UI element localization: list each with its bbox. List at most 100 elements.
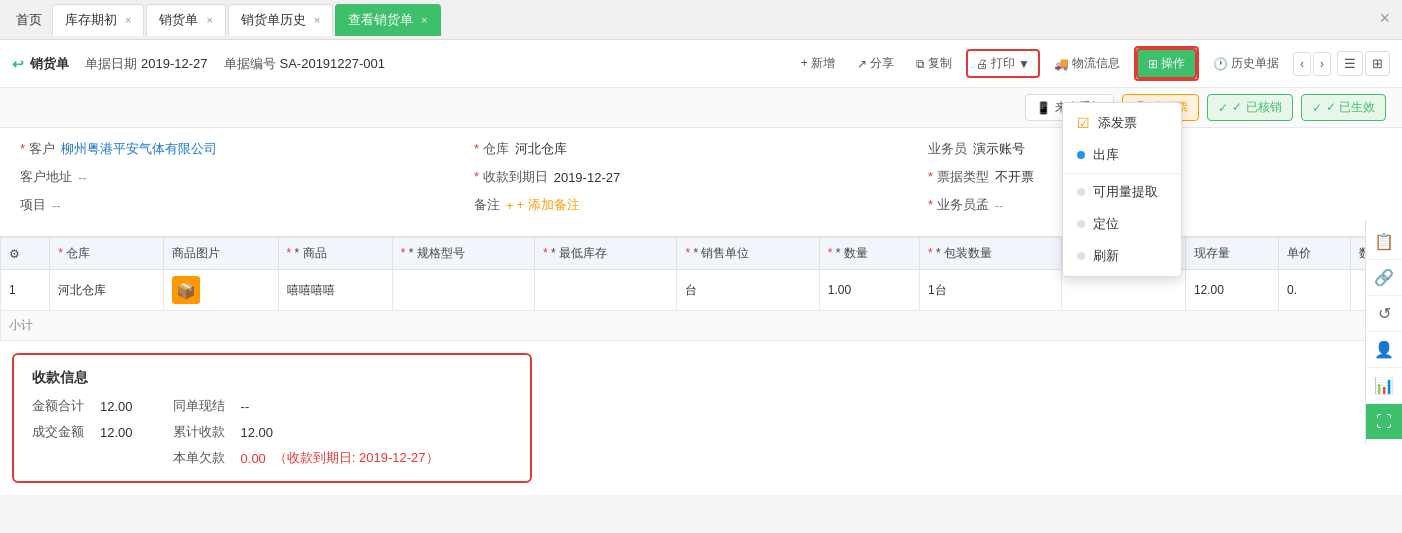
subtotal-label: 小计 — [1, 311, 1402, 341]
table-row: 1 河北仓库 📦 嘻嘻嘻嘻 台 1.00 1台 12.00 0. — [1, 270, 1402, 311]
right-icon-chart[interactable]: 📊 — [1366, 368, 1402, 404]
total-amount-label: 金额合计 — [32, 397, 92, 415]
row-price: 0. — [1278, 270, 1350, 311]
tab-sales-history[interactable]: 销货单历史 × — [228, 4, 333, 36]
radio-dot-available — [1077, 188, 1085, 196]
col-settings[interactable]: ⚙ — [1, 238, 50, 270]
copy-button[interactable]: ⧉ 复制 — [908, 51, 960, 76]
grid-view-button[interactable]: ⊞ — [1365, 51, 1390, 76]
close-history-tab[interactable]: × — [314, 14, 320, 26]
print-icon: 🖨 — [976, 57, 988, 71]
col-spec: * 规格型号 — [392, 238, 534, 270]
close-window-button[interactable]: × — [1379, 8, 1390, 29]
right-icon-doc[interactable]: 📋 — [1366, 224, 1402, 260]
prev-arrow[interactable]: ‹ — [1293, 52, 1311, 76]
checkbox-icon: ☑ — [1077, 115, 1090, 131]
tab-inventory[interactable]: 库存期初 × — [52, 4, 144, 36]
tab-bar: 首页 库存期初 × 销货单 × 销货单历史 × 查看销货单 × × — [0, 0, 1402, 40]
close-view-tab[interactable]: × — [421, 14, 427, 26]
dropdown-refresh[interactable]: 刷新 — [1063, 240, 1181, 272]
warehouse-value: 河北仓库 — [515, 140, 567, 158]
tab-home[interactable]: 首页 — [8, 5, 50, 35]
effective-icon: ✓ — [1312, 101, 1322, 115]
due-date-field: 收款到期日 2019-12-27 — [474, 168, 928, 186]
no-meta: 单据编号 SA-20191227-001 — [224, 55, 386, 73]
due-info: （收款到期日: 2019-12-27） — [274, 449, 439, 467]
col-min-stock: * 最低库存 — [535, 238, 677, 270]
operate-button[interactable]: ⊞ 操作 — [1136, 48, 1197, 79]
note-label: 备注 — [474, 196, 500, 214]
tab-sales[interactable]: 销货单 × — [146, 4, 225, 36]
dropdown-ship[interactable]: 出库 — [1063, 139, 1181, 171]
ticket-type-value: 不开票 — [995, 168, 1034, 186]
effective-button[interactable]: ✓ ✓ 已生效 — [1301, 94, 1386, 121]
logistics-button[interactable]: 🚚 物流信息 — [1046, 51, 1128, 76]
list-view-button[interactable]: ☰ — [1337, 51, 1363, 76]
nav-arrows: ‹ › — [1293, 52, 1331, 76]
col-warehouse: 仓库 — [50, 238, 164, 270]
col-product-img: 商品图片 — [164, 238, 278, 270]
transaction-row: 成交金额 12.00 — [32, 423, 133, 441]
customer-label: 客户 — [20, 140, 55, 158]
right-icon-expand[interactable]: ⛶ — [1366, 404, 1402, 440]
close-inventory-tab[interactable]: × — [125, 14, 131, 26]
receipt-col-left: 金额合计 12.00 成交金额 12.00 — [32, 397, 133, 467]
plus-icon: + — [506, 198, 514, 213]
col-qty: * 数量 — [819, 238, 919, 270]
cumulative-value: 12.00 — [241, 425, 274, 440]
customer-field: 客户 柳州粤港平安气体有限公司 — [20, 140, 474, 158]
doc-type-label: 销货单 — [30, 55, 69, 73]
project-label: 项目 — [20, 196, 46, 214]
col-product: * 商品 — [278, 238, 392, 270]
row-current-stock: 12.00 — [1185, 270, 1278, 311]
col-price: 单价 — [1278, 238, 1350, 270]
current-due-value: 0.00 — [241, 451, 266, 466]
add-note-button[interactable]: + + 添加备注 — [506, 196, 580, 214]
phone-icon: 📱 — [1036, 101, 1051, 115]
subtotal-row: 小计 — [1, 311, 1402, 341]
product-table: ⚙ 仓库 商品图片 * 商品 * 规格型号 * 最低库存 * 销售单位 * 数量… — [0, 237, 1402, 341]
history-button[interactable]: 🕐 历史单据 — [1205, 51, 1287, 76]
project-field: 项目 -- — [20, 196, 474, 214]
right-icon-user[interactable]: 👤 — [1366, 332, 1402, 368]
close-sales-tab[interactable]: × — [206, 14, 212, 26]
action-bar: 📱 来自手机 🔴 未开票 ✓ ✓ 已核销 ✓ ✓ 已生效 — [0, 88, 1402, 128]
salesperson-label: 业务员 — [928, 140, 967, 158]
col-pack-qty: * 包装数量 — [919, 238, 1061, 270]
cumulative-row: 累计收款 12.00 — [173, 423, 439, 441]
due-date-label: 收款到期日 — [474, 168, 548, 186]
tab-view-sales[interactable]: 查看销货单 × — [335, 4, 440, 36]
dropdown-available-qty[interactable]: 可用量提取 — [1063, 176, 1181, 208]
radio-dot-locate — [1077, 220, 1085, 228]
share-icon: ↗ — [857, 57, 867, 71]
main-toolbar: ↩ 销货单 单据日期 2019-12-27 单据编号 SA-20191227-0… — [0, 40, 1402, 88]
receipt-title: 收款信息 — [32, 369, 512, 387]
dropdown-divider — [1063, 173, 1181, 174]
row-unit: 台 — [677, 270, 819, 311]
doc-icon: ↩ — [12, 56, 24, 72]
row-warehouse: 河北仓库 — [50, 270, 164, 311]
address-label: 客户地址 — [20, 168, 72, 186]
table-wrapper: ⚙ 仓库 商品图片 * 商品 * 规格型号 * 最低库存 * 销售单位 * 数量… — [0, 237, 1402, 341]
row-min-stock — [535, 270, 677, 311]
copy-icon: ⧉ — [916, 57, 925, 71]
receipt-rows: 金额合计 12.00 成交金额 12.00 同单现结 -- 累计收款 — [32, 397, 512, 467]
new-button[interactable]: + 新增 — [793, 51, 843, 76]
dropdown-add-invoice[interactable]: ☑ 添发票 — [1063, 107, 1181, 139]
customer-value[interactable]: 柳州粤港平安气体有限公司 — [61, 140, 217, 158]
col-current-stock: 现存量 — [1185, 238, 1278, 270]
total-amount-value: 12.00 — [100, 399, 133, 414]
confirm-button[interactable]: ✓ ✓ 已核销 — [1207, 94, 1292, 121]
share-button[interactable]: ↗ 分享 — [849, 51, 902, 76]
receipt-info: 收款信息 金额合计 12.00 成交金额 12.00 同单现结 -- — [12, 353, 532, 483]
right-icon-link[interactable]: 🔗 — [1366, 260, 1402, 296]
radio-dot-refresh — [1077, 252, 1085, 260]
operate-dropdown: ☑ 添发票 出库 可用量提取 定位 刷新 — [1062, 102, 1182, 277]
right-icon-refresh[interactable]: ↺ — [1366, 296, 1402, 332]
print-button[interactable]: 🖨 打印 ▼ — [968, 51, 1038, 76]
dropdown-locate[interactable]: 定位 — [1063, 208, 1181, 240]
row-qty: 1.00 — [819, 270, 919, 311]
same-order-label: 同单现结 — [173, 397, 233, 415]
next-arrow[interactable]: › — [1313, 52, 1331, 76]
current-due-label: 本单欠款 — [173, 449, 233, 467]
